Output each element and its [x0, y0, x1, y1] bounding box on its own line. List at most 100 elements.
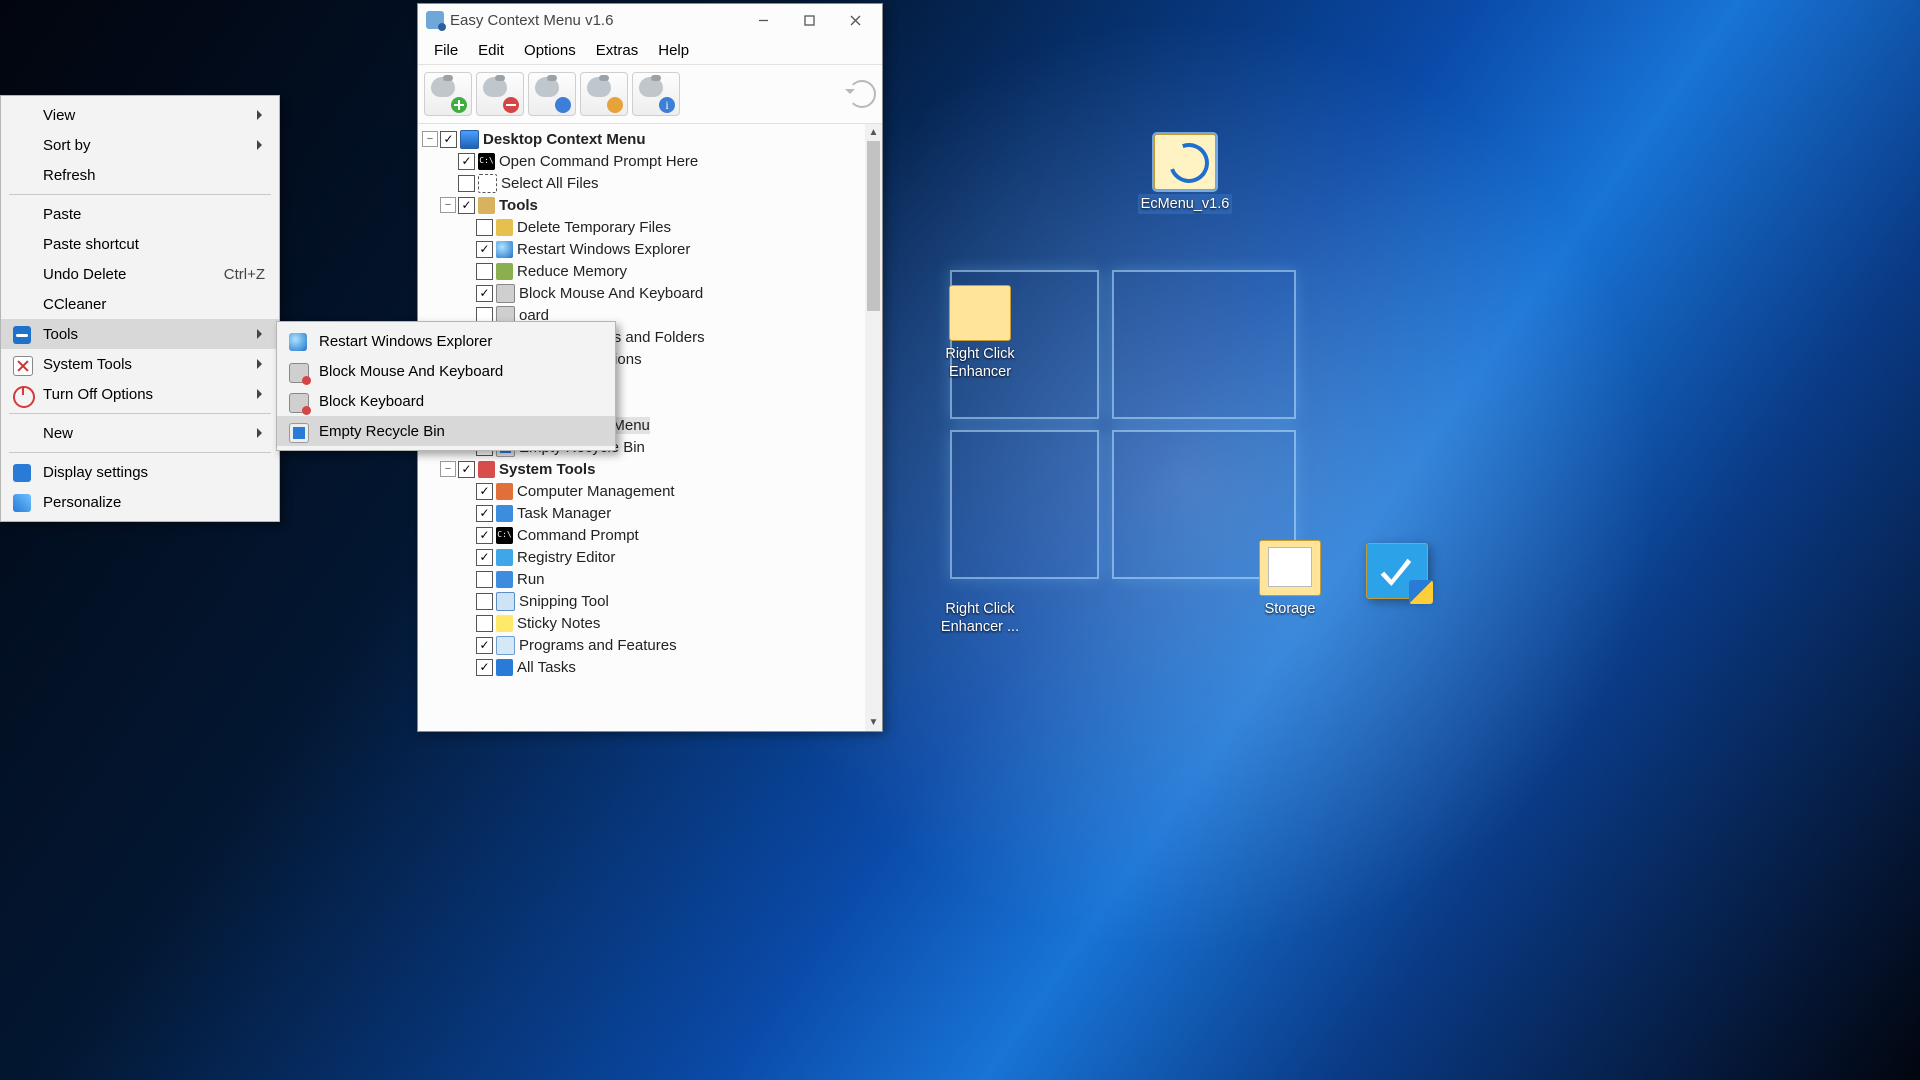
toolbar-clean-button[interactable]	[580, 72, 628, 116]
tree-node[interactable]: − System Tools	[422, 458, 863, 480]
separator	[9, 413, 271, 414]
menu-help[interactable]: Help	[648, 39, 699, 62]
tools-submenu: Restart Windows Explorer Block Mouse And …	[276, 321, 616, 451]
menu-item-system-tools[interactable]: System Tools	[1, 349, 279, 379]
toolbar-about-button[interactable]: i	[632, 72, 680, 116]
tree-node[interactable]: −Tools	[422, 194, 863, 216]
menu-item-refresh[interactable]: Refresh	[1, 160, 279, 190]
submenu-arrow-icon	[257, 389, 267, 399]
checkbox[interactable]	[476, 263, 493, 280]
checkbox[interactable]	[476, 593, 493, 610]
menu-extras[interactable]: Extras	[586, 39, 649, 62]
menu-item-label: Tools	[43, 326, 265, 343]
titlebar[interactable]: Easy Context Menu v1.6	[418, 4, 882, 36]
about-badge-icon: i	[659, 97, 675, 113]
ic-all-icon	[496, 659, 513, 676]
scroll-thumb[interactable]	[867, 141, 880, 311]
desktop-icon-caption: Right Click Enhancer	[930, 345, 1030, 381]
menu-item-label: Undo Delete	[43, 266, 224, 283]
twisty-icon[interactable]: −	[440, 461, 456, 477]
desktop-icon-rce[interactable]: Right Click Enhancer	[930, 285, 1030, 381]
checkbox[interactable]	[458, 461, 475, 478]
power-icon	[13, 386, 35, 408]
desktop-icon-rce2[interactable]: Right Click Enhancer ...	[930, 540, 1030, 636]
tree-node[interactable]: Reduce Memory	[422, 260, 863, 282]
tree-node[interactable]: Open Command Prompt Here	[422, 150, 863, 172]
toolbar-settings-button[interactable]	[528, 72, 576, 116]
desktop-icon-storage[interactable]: Storage	[1240, 540, 1340, 618]
menu-item-paste-shortcut[interactable]: Paste shortcut	[1, 229, 279, 259]
close-button[interactable]	[832, 6, 878, 34]
checkbox[interactable]	[476, 527, 493, 544]
tree-node[interactable]: Computer Management	[422, 480, 863, 502]
checkbox[interactable]	[458, 175, 475, 192]
menu-item-empty-recycle-bin[interactable]: Empty Recycle Bin	[277, 416, 615, 446]
checkbox[interactable]	[476, 659, 493, 676]
tree-node[interactable]: Select All Files	[422, 172, 863, 194]
tree-node[interactable]: Sticky Notes	[422, 612, 863, 634]
toolbar-remove-button[interactable]	[476, 72, 524, 116]
tree-node[interactable]: All Tasks	[422, 656, 863, 678]
menu-options[interactable]: Options	[514, 39, 586, 62]
minimize-button[interactable]	[740, 6, 786, 34]
menu-item-sort-by[interactable]: Sort by	[1, 130, 279, 160]
desktop[interactable]: EcMenu_v1.6 Right Click Enhancer Right Cli…	[0, 0, 1920, 1080]
checkbox[interactable]	[476, 285, 493, 302]
separator	[9, 452, 271, 453]
bin-icon	[289, 423, 309, 443]
tree-node[interactable]: Delete Temporary Files	[422, 216, 863, 238]
menu-file[interactable]: File	[424, 39, 468, 62]
desktop-icon-thumb	[1154, 134, 1216, 190]
ic-systools-icon	[478, 461, 495, 478]
tree-node[interactable]: Run	[422, 568, 863, 590]
ic-tools-icon	[478, 197, 495, 214]
tree-node[interactable]: Programs and Features	[422, 634, 863, 656]
checkbox[interactable]	[458, 153, 475, 170]
tree-label: Computer Management	[517, 483, 675, 500]
tree-node[interactable]: Registry Editor	[422, 546, 863, 568]
twisty-icon[interactable]: −	[440, 197, 456, 213]
tree-node[interactable]: Snipping Tool	[422, 590, 863, 612]
checkbox[interactable]	[476, 615, 493, 632]
menu-item-personalize[interactable]: Personalize	[1, 487, 279, 517]
desktop-icon-ecmenu[interactable]: EcMenu_v1.6	[1135, 134, 1235, 214]
desktop-icon-thumb	[1259, 540, 1321, 596]
menu-edit[interactable]: Edit	[468, 39, 514, 62]
menu-item-ccleaner[interactable]: CCleaner	[1, 289, 279, 319]
menu-item-block-keyboard[interactable]: Block Keyboard	[277, 386, 615, 416]
menu-item-block-mouse-and-keyboard[interactable]: Block Mouse And Keyboard	[277, 356, 615, 386]
pers-icon	[13, 494, 31, 512]
checkbox[interactable]	[476, 549, 493, 566]
tree-node[interactable]: −Desktop Context Menu	[422, 128, 863, 150]
checkbox[interactable]	[476, 637, 493, 654]
menu-item-view[interactable]: View	[1, 100, 279, 130]
menu-item-new[interactable]: New	[1, 418, 279, 448]
maximize-button[interactable]	[786, 6, 832, 34]
checkbox[interactable]	[458, 197, 475, 214]
tree-node[interactable]: Restart Windows Explorer	[422, 238, 863, 260]
menu-item-label: Block Mouse And Keyboard	[319, 363, 601, 380]
window-title: Easy Context Menu v1.6	[450, 12, 740, 29]
checkbox[interactable]	[476, 571, 493, 588]
toolbar-add-button[interactable]	[424, 72, 472, 116]
vertical-scrollbar[interactable]: ▲ ▼	[865, 124, 882, 731]
menu-item-undo-delete[interactable]: Undo DeleteCtrl+Z	[1, 259, 279, 289]
tree-node[interactable]: Block Mouse And Keyboard	[422, 282, 863, 304]
tree-node[interactable]: Task Manager	[422, 502, 863, 524]
menu-item-turn-off-options[interactable]: Turn Off Options	[1, 379, 279, 409]
refresh-button[interactable]	[848, 80, 876, 108]
tree-node[interactable]: Command Prompt	[422, 524, 863, 546]
checkbox[interactable]	[440, 131, 457, 148]
scroll-down-arrow[interactable]: ▼	[865, 714, 882, 731]
menu-item-restart-windows-explorer[interactable]: Restart Windows Explorer	[277, 326, 615, 356]
checkbox[interactable]	[476, 483, 493, 500]
menu-item-paste[interactable]: Paste	[1, 199, 279, 229]
tree-label: System Tools	[499, 461, 595, 478]
checkbox[interactable]	[476, 505, 493, 522]
checkbox[interactable]	[476, 241, 493, 258]
menu-item-display-settings[interactable]: Display settings	[1, 457, 279, 487]
checkbox[interactable]	[476, 219, 493, 236]
twisty-icon[interactable]: −	[422, 131, 438, 147]
scroll-up-arrow[interactable]: ▲	[865, 124, 882, 141]
menu-item-tools[interactable]: Tools	[1, 319, 279, 349]
